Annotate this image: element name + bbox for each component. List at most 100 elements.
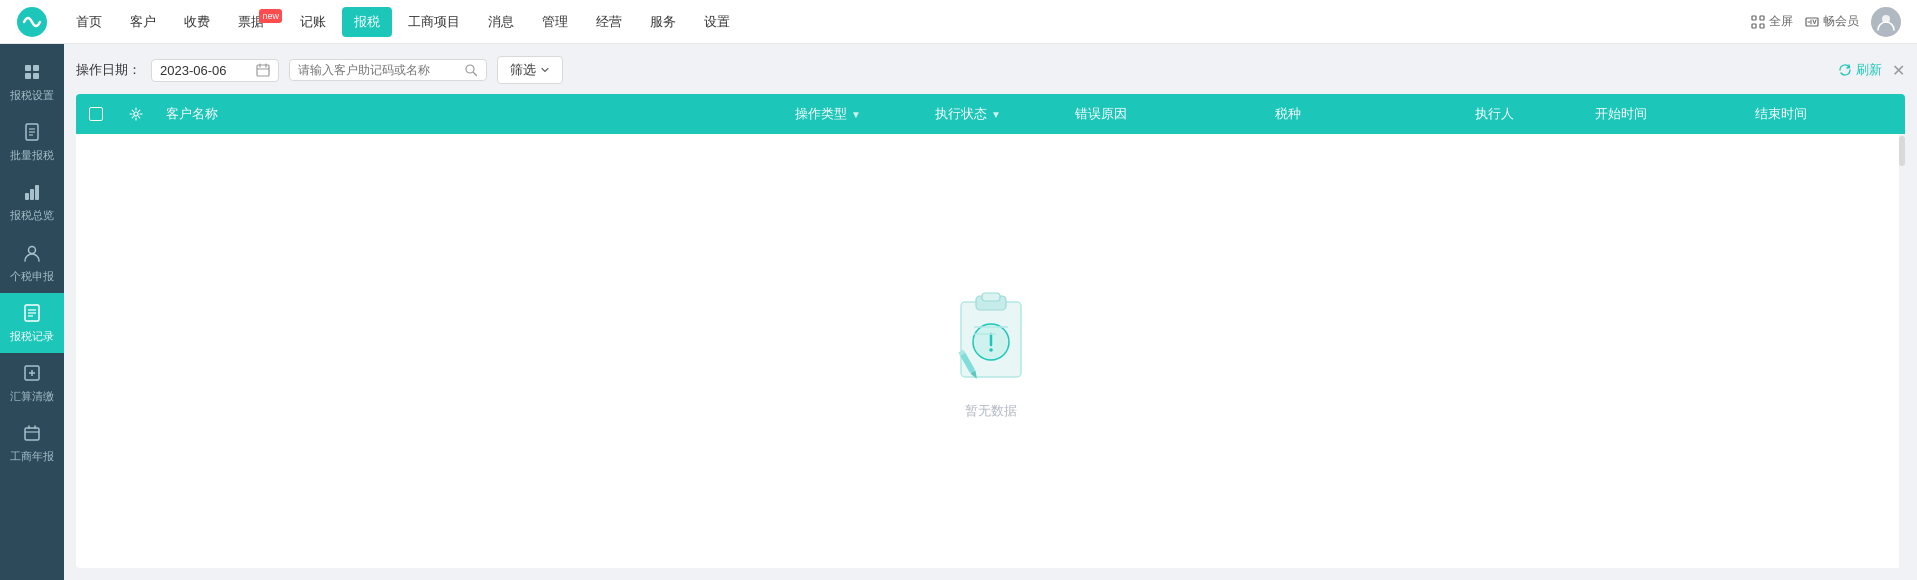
filter-button[interactable]: 筛选	[497, 56, 563, 84]
sidebar-item-personal-tax[interactable]: 个税申报	[0, 233, 64, 293]
svg-point-18	[29, 246, 36, 253]
sidebar-label-settlement: 汇算清缴	[10, 390, 54, 403]
vip-icon	[1805, 15, 1819, 29]
nav-item-service[interactable]: 服务	[638, 7, 688, 37]
svg-point-32	[466, 65, 474, 73]
fullscreen-button[interactable]: 全屏	[1751, 13, 1793, 30]
nav-item-invoice[interactable]: 票据 new	[226, 7, 284, 37]
th-operation-type: 操作类型 ▼	[785, 105, 925, 123]
main-layout: 报税设置 批量报税 报税总览	[0, 44, 1917, 580]
settings-icon	[129, 107, 143, 121]
th-customer-name: 客户名称	[156, 105, 785, 123]
search-icon	[464, 63, 478, 77]
sidebar-label-tax-settings: 报税设置	[10, 89, 54, 102]
svg-rect-3	[1752, 24, 1756, 28]
sidebar-label-personal-tax: 个税申报	[10, 270, 54, 283]
vip-button[interactable]: 畅会员	[1805, 13, 1859, 30]
th-tax-type: 税种	[1265, 105, 1465, 123]
empty-state: 暂无数据	[941, 282, 1041, 420]
sidebar-label-tax-record: 报税记录	[10, 330, 54, 343]
svg-rect-37	[982, 293, 1000, 301]
th-end-time: 结束时间	[1745, 105, 1905, 123]
nav-item-customer[interactable]: 客户	[118, 7, 168, 37]
refresh-icon	[1838, 63, 1852, 77]
avatar[interactable]	[1871, 7, 1901, 37]
svg-rect-9	[25, 73, 31, 79]
svg-rect-28	[257, 65, 269, 76]
scroll-thumb	[1899, 136, 1905, 166]
sidebar: 报税设置 批量报税 报税总览	[0, 44, 64, 580]
operation-type-filter-icon: ▼	[851, 109, 861, 120]
fullscreen-label: 全屏	[1769, 13, 1793, 30]
select-all-checkbox[interactable]	[89, 107, 103, 121]
svg-line-33	[474, 73, 477, 76]
calendar-icon	[256, 63, 270, 77]
sidebar-label-tax-overview: 报税总览	[10, 209, 54, 222]
tax-settings-icon	[22, 62, 42, 85]
svg-rect-7	[25, 65, 31, 71]
svg-rect-10	[33, 73, 39, 79]
refresh-button[interactable]: 刷新	[1838, 61, 1882, 79]
avatar-icon	[1876, 12, 1896, 32]
svg-rect-16	[30, 189, 34, 200]
nav-item-operation[interactable]: 经营	[584, 7, 634, 37]
close-button[interactable]: ✕	[1892, 61, 1905, 80]
svg-rect-15	[25, 193, 29, 200]
date-input[interactable]	[160, 63, 250, 78]
empty-text: 暂无数据	[965, 402, 1017, 420]
sidebar-item-batch-tax[interactable]: 批量报税	[0, 112, 64, 172]
personal-tax-icon	[22, 243, 42, 266]
nav-item-message[interactable]: 消息	[476, 7, 526, 37]
date-label: 操作日期：	[76, 61, 141, 79]
date-input-wrap[interactable]	[151, 59, 279, 82]
vip-label: 畅会员	[1823, 13, 1859, 30]
table-container: 客户名称 操作类型 ▼ 执行状态 ▼ 错误原因 税种 执行人	[76, 94, 1905, 568]
batch-tax-icon	[22, 122, 42, 145]
top-nav: 首页 客户 收费 票据 new 记账 报税 工商项目 消息 管理 经营 服务 设…	[0, 0, 1917, 44]
app-logo[interactable]	[16, 6, 48, 38]
th-start-time: 开始时间	[1585, 105, 1745, 123]
table-header: 客户名称 操作类型 ▼ 执行状态 ▼ 错误原因 税种 执行人	[76, 94, 1905, 134]
svg-rect-4	[1760, 24, 1764, 28]
new-badge: new	[259, 9, 282, 23]
empty-illustration	[941, 282, 1041, 392]
filter-label: 筛选	[510, 61, 536, 79]
annual-report-icon	[22, 423, 42, 446]
toolbar: 操作日期： 筛选	[76, 56, 1905, 84]
chevron-down-icon	[540, 65, 550, 75]
fullscreen-icon	[1751, 15, 1765, 29]
svg-rect-26	[25, 428, 39, 440]
table-body: 暂无数据	[76, 134, 1905, 568]
content-area: 操作日期： 筛选	[64, 44, 1917, 580]
refresh-label: 刷新	[1856, 61, 1882, 79]
sidebar-item-tax-overview[interactable]: 报税总览	[0, 172, 64, 232]
top-right-area: 全屏 畅会员	[1751, 7, 1901, 37]
svg-rect-2	[1760, 16, 1764, 20]
svg-point-34	[134, 112, 138, 116]
sidebar-label-batch-tax: 批量报税	[10, 149, 54, 162]
tax-record-icon	[22, 303, 42, 326]
sidebar-item-tax-settings[interactable]: 报税设置	[0, 52, 64, 112]
th-execution-status: 执行状态 ▼	[925, 105, 1065, 123]
sidebar-item-annual-report[interactable]: 工商年报	[0, 413, 64, 473]
sidebar-label-annual-report: 工商年报	[10, 450, 54, 463]
nav-item-business[interactable]: 工商项目	[396, 7, 472, 37]
th-checkbox[interactable]	[76, 107, 116, 121]
svg-rect-8	[33, 65, 39, 71]
sidebar-item-tax-record[interactable]: 报税记录	[0, 293, 64, 353]
nav-item-tax[interactable]: 报税	[342, 7, 392, 37]
nav-item-settings[interactable]: 设置	[692, 7, 742, 37]
nav-items: 首页 客户 收费 票据 new 记账 报税 工商项目 消息 管理 经营 服务 设…	[64, 7, 1751, 37]
th-settings[interactable]	[116, 107, 156, 121]
search-wrap	[289, 59, 487, 81]
th-executor: 执行人	[1465, 105, 1585, 123]
settlement-icon	[22, 363, 42, 386]
nav-item-home[interactable]: 首页	[64, 7, 114, 37]
scroll-track[interactable]	[1899, 134, 1905, 568]
svg-point-40	[989, 348, 993, 352]
search-input[interactable]	[298, 63, 458, 77]
nav-item-fee[interactable]: 收费	[172, 7, 222, 37]
sidebar-item-settlement[interactable]: 汇算清缴	[0, 353, 64, 413]
nav-item-bookkeeping[interactable]: 记账	[288, 7, 338, 37]
nav-item-manage[interactable]: 管理	[530, 7, 580, 37]
